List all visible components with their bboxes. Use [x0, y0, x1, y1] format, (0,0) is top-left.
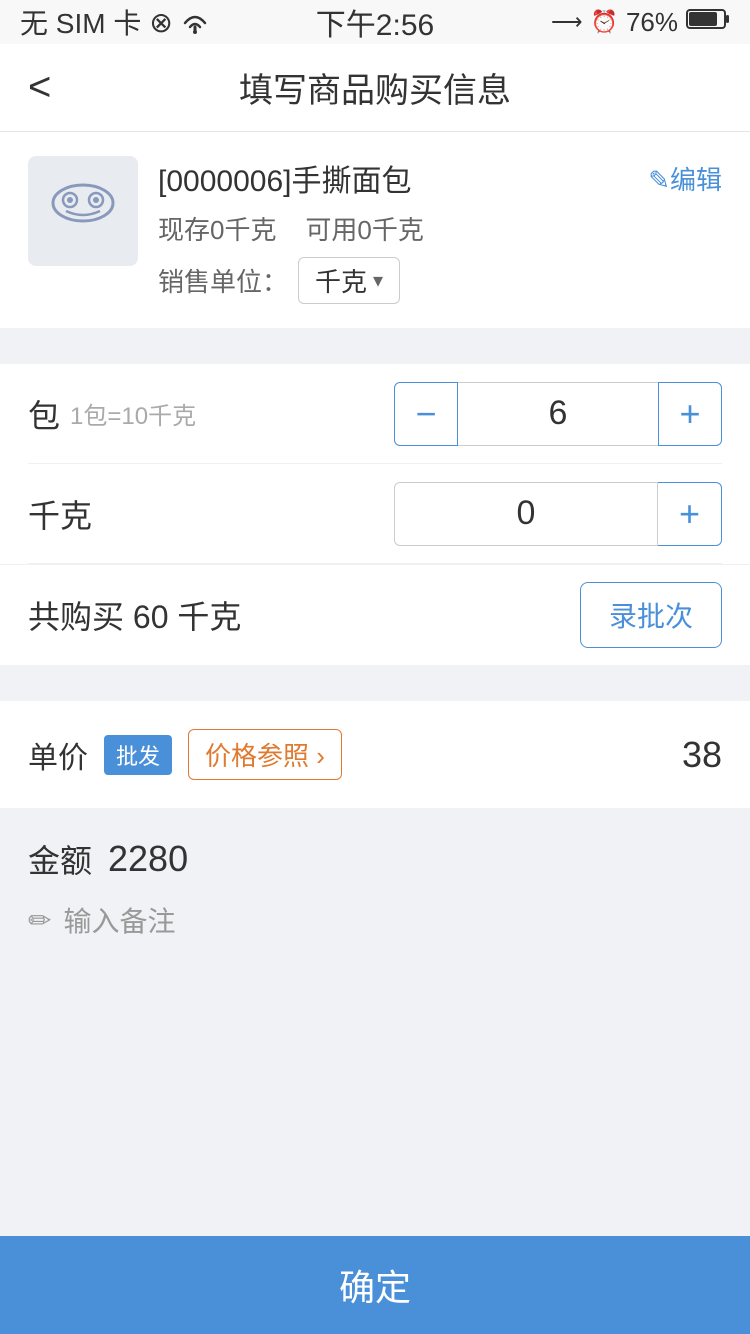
price-badge: 批发: [104, 735, 172, 775]
bao-label: 包: [28, 391, 60, 437]
bao-input[interactable]: [458, 382, 658, 446]
unit-label: 销售单位：: [158, 262, 288, 299]
page-title: 填写商品购买信息: [239, 63, 511, 112]
carrier-text: 无 SIM 卡: [20, 2, 141, 42]
price-section: 单价 批发 价格参照 › 38: [0, 701, 750, 808]
amount-row: 金额 2280: [28, 836, 722, 882]
dropdown-arrow-icon: ▾: [373, 268, 383, 293]
location-icon: ⟶: [551, 9, 583, 35]
page-body: [0000006]手撕面包 ✎编辑 现存0千克 可用0千克 销售单位： 千克 ▾…: [0, 132, 750, 1334]
quantity-bao-row: 包 1包=10千克 − +: [28, 364, 722, 464]
product-name-row: [0000006]手撕面包 ✎编辑: [158, 156, 722, 200]
note-text[interactable]: 输入备注: [63, 900, 175, 940]
kg-plus-button[interactable]: +: [658, 482, 722, 546]
bao-plus-button[interactable]: +: [658, 382, 722, 446]
unit-select[interactable]: 千克 ▾: [298, 257, 400, 304]
summary-row: 共购买 60 千克 录批次: [28, 565, 722, 665]
product-unit-row: 销售单位： 千克 ▾: [158, 257, 722, 304]
amount-value: 2280: [108, 838, 188, 880]
kg-input[interactable]: [394, 482, 658, 546]
amount-label: 金额: [28, 836, 92, 882]
kg-label: 千克: [28, 491, 92, 537]
battery-text: 76%: [626, 7, 678, 38]
bao-controls: − +: [394, 382, 722, 446]
spacer-2: [0, 683, 750, 701]
status-right: ⟶ ⏰ 76%: [551, 7, 730, 38]
price-value: 38: [682, 734, 722, 776]
wifi-icon: ⊗: [149, 6, 208, 39]
stock-text: 现存0千克: [158, 215, 276, 245]
quantity-kg-row: 千克 +: [28, 464, 722, 564]
status-left: 无 SIM 卡 ⊗: [20, 2, 209, 42]
price-ref-button[interactable]: 价格参照 ›: [188, 729, 342, 780]
product-card: [0000006]手撕面包 ✎编辑 现存0千克 可用0千克 销售单位： 千克 ▾: [0, 132, 750, 328]
summary-section: 共购买 60 千克 录批次: [0, 564, 750, 665]
edit-link[interactable]: ✎编辑: [648, 160, 722, 197]
price-row: 单价 批发 价格参照 › 38: [28, 729, 722, 780]
note-icon: ✏: [28, 904, 51, 937]
product-info: [0000006]手撕面包 ✎编辑 现存0千克 可用0千克 销售单位： 千克 ▾: [158, 156, 722, 304]
product-stock: 现存0千克 可用0千克: [158, 210, 722, 247]
alarm-icon: ⏰: [591, 9, 618, 35]
bao-minus-button[interactable]: −: [394, 382, 458, 446]
quantity-bao-section: 包 1包=10千克 − +: [0, 364, 750, 464]
batch-button[interactable]: 录批次: [580, 582, 722, 648]
product-thumbnail: [28, 156, 138, 266]
back-button[interactable]: <: [28, 65, 51, 110]
confirm-button[interactable]: 确定: [0, 1236, 750, 1334]
bao-hint: 1包=10千克: [70, 396, 394, 431]
available-text: 可用0千克: [305, 215, 423, 245]
status-time: 下午2:56: [316, 0, 434, 44]
quantity-kg-section: 千克 +: [0, 464, 750, 564]
unit-value: 千克: [315, 262, 367, 299]
note-row[interactable]: ✏ 输入备注: [28, 900, 722, 940]
product-full-name: [0000006]手撕面包: [158, 156, 411, 200]
nav-header: < 填写商品购买信息: [0, 44, 750, 132]
amount-section: 金额 2280 ✏ 输入备注: [0, 808, 750, 968]
summary-text: 共购买 60 千克: [28, 592, 580, 638]
stock-sep: [284, 215, 298, 245]
spacer-1: [0, 346, 750, 364]
big-spacer: [0, 968, 750, 1236]
status-bar: 无 SIM 卡 ⊗ 下午2:56 ⟶ ⏰ 76%: [0, 0, 750, 44]
product-logo: [48, 181, 118, 242]
kg-controls: +: [394, 482, 722, 546]
battery-icon: [686, 7, 730, 38]
price-label: 单价: [28, 733, 88, 777]
